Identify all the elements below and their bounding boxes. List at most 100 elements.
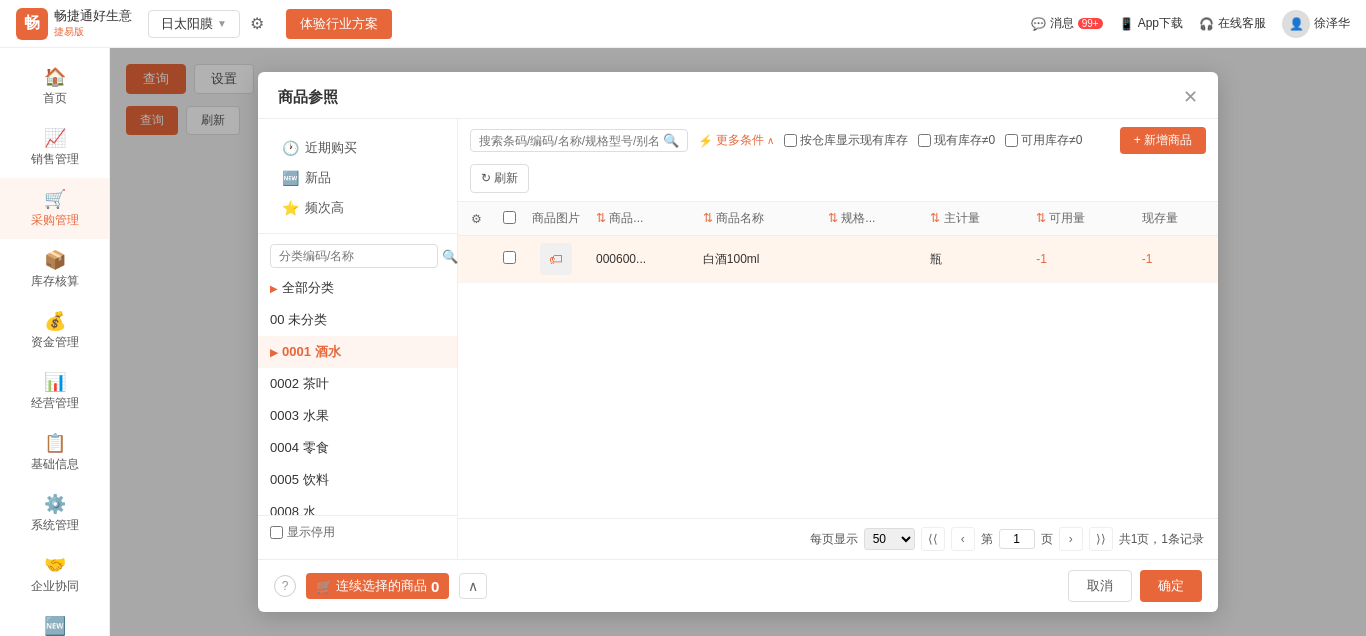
search-icon[interactable]: 🔍 — [442, 249, 458, 264]
modal-right-panel: 🔍 ⚡ 更多条件 ∧ 按仓库显示现有库存 — [458, 119, 1218, 559]
modal-toolbar: 🔍 ⚡ 更多条件 ∧ 按仓库显示现有库存 — [458, 119, 1218, 202]
nav-selector[interactable]: 日太阳膜 ▼ — [148, 10, 240, 38]
pagination: 每页显示 50 10 20 100 ⟨⟨ ‹ 第 页 — [458, 518, 1218, 559]
row-name: 白酒100ml — [695, 236, 820, 283]
message-nav-item[interactable]: 💬 消息 99+ — [1031, 15, 1103, 32]
sort-icon: ⇅ — [1036, 211, 1046, 225]
quick-recent[interactable]: 🕐 近期购买 — [270, 133, 445, 163]
table-row[interactable]: 🏷 000600... 白酒100ml 瓶 -1 — [458, 236, 1218, 283]
row-stock: -1 — [1134, 236, 1218, 283]
stock-checkbox[interactable] — [918, 134, 931, 147]
business-icon: 📊 — [44, 371, 66, 393]
quick-links: 🕐 近期购买 🆕 新品 ⭐ 频次高 — [258, 129, 457, 227]
product-search-input[interactable] — [479, 134, 659, 148]
clock-icon: 🕐 — [282, 140, 299, 156]
col-unit-header[interactable]: ⇅ 主计量 — [922, 202, 1028, 236]
sidebar-item-finance[interactable]: 💰 资金管理 — [0, 300, 109, 361]
cat-0008[interactable]: 0008 水 — [258, 496, 457, 515]
page-size-select[interactable]: 50 10 20 100 — [864, 528, 915, 550]
sidebar-item-home[interactable]: 🏠 首页 — [0, 56, 109, 117]
row-check[interactable] — [494, 236, 524, 283]
cat-00[interactable]: 00 未分类 — [258, 304, 457, 336]
category-list: ▶ 全部分类 00 未分类 ▶ 0001 酒水 0002 茶 — [258, 272, 457, 515]
sort-icon: ⇅ — [930, 211, 940, 225]
chevron-down-icon: ▼ — [217, 18, 227, 29]
modal-left-footer: 显示停用 — [258, 515, 457, 549]
online-service-item[interactable]: 🎧 在线客服 — [1199, 15, 1266, 32]
cart-icon: 🛒 — [316, 579, 332, 594]
sidebar-item-sales[interactable]: 📈 销售管理 — [0, 117, 109, 178]
cat-0002[interactable]: 0002 茶叶 — [258, 368, 457, 400]
show-disabled-label[interactable]: 显示停用 — [270, 524, 445, 541]
sidebar-item-system[interactable]: ⚙️ 系统管理 — [0, 483, 109, 544]
gear-icon[interactable]: ⚙ — [250, 14, 264, 33]
product-reference-modal: 商品参照 ✕ 🕐 近期购买 🆕 — [258, 72, 1218, 612]
modal-left-panel: 🕐 近期购买 🆕 新品 ⭐ 频次高 — [258, 119, 458, 559]
cancel-button[interactable]: 取消 — [1068, 570, 1132, 602]
nav-right: 💬 消息 99+ 📱 App下载 🎧 在线客服 👤 徐泽华 — [1031, 10, 1350, 38]
col-code-header[interactable]: ⇅ 商品... — [588, 202, 695, 236]
stock-check-label[interactable]: 现有库存≠0 — [918, 132, 995, 149]
first-page-btn[interactable]: ⟨⟨ — [921, 527, 945, 551]
add-product-button[interactable]: + 新增商品 — [1120, 127, 1206, 154]
quick-new[interactable]: 🆕 新品 — [270, 163, 445, 193]
sidebar-item-business[interactable]: 📊 经营管理 — [0, 361, 109, 422]
col-name-header[interactable]: ⇅ 商品名称 — [695, 202, 820, 236]
close-icon[interactable]: ✕ — [1183, 86, 1198, 108]
col-gear[interactable]: ⚙ — [458, 202, 494, 236]
sales-icon: 📈 — [44, 127, 66, 149]
refresh-button[interactable]: ↻ 刷新 — [470, 164, 529, 193]
col-spec-header[interactable]: ⇅ 规格... — [820, 202, 922, 236]
avatar: 👤 — [1282, 10, 1310, 38]
purchase-icon: 🛒 — [44, 188, 66, 210]
cat-0001[interactable]: ▶ 0001 酒水 — [258, 336, 457, 368]
sidebar: 🏠 首页 📈 销售管理 🛒 采购管理 📦 库存核算 💰 资金管理 📊 经营管理 … — [0, 48, 110, 636]
prev-page-btn[interactable]: ‹ — [951, 527, 975, 551]
cat-0004[interactable]: 0004 零食 — [258, 432, 457, 464]
quick-frequent[interactable]: ⭐ 频次高 — [270, 193, 445, 223]
collapse-cart-button[interactable]: ∧ — [459, 573, 487, 599]
usable-checkbox[interactable] — [1005, 134, 1018, 147]
product-thumbnail: 🏷 — [540, 243, 572, 275]
row-checkbox[interactable] — [503, 251, 516, 264]
usable-check-label[interactable]: 可用库存≠0 — [1005, 132, 1082, 149]
cat-0005[interactable]: 0005 饮料 — [258, 464, 457, 496]
sidebar-item-enterprise[interactable]: 🤝 企业协同 — [0, 544, 109, 605]
sidebar-item-inventory[interactable]: 📦 库存核算 — [0, 239, 109, 300]
filter-icon: ⚡ — [698, 134, 713, 148]
sidebar-item-guide[interactable]: 🆕 新手引导 — [0, 605, 109, 636]
user-info[interactable]: 👤 徐泽华 — [1282, 10, 1350, 38]
filter-more-button[interactable]: ⚡ 更多条件 ∧ — [698, 132, 774, 149]
col-usable-header[interactable]: ⇅ 可用量 — [1028, 202, 1134, 236]
select-all-checkbox[interactable] — [503, 211, 516, 224]
cat-0003[interactable]: 0003 水果 — [258, 400, 457, 432]
last-page-btn[interactable]: ⟩⟩ — [1089, 527, 1113, 551]
next-page-btn[interactable]: › — [1059, 527, 1083, 551]
page-unit: 页 — [1041, 531, 1053, 548]
star-icon: ⭐ — [282, 200, 299, 216]
warehouse-checkbox[interactable] — [784, 134, 797, 147]
product-table-area: ⚙ 商品图片 ⇅ 商品... — [458, 202, 1218, 518]
page-input[interactable] — [999, 529, 1035, 549]
enterprise-icon: 🤝 — [44, 554, 66, 576]
confirm-button[interactable]: 确定 — [1140, 570, 1202, 602]
modal-footer: ? 🛒 连续选择的商品 0 ∧ 取消 确定 — [258, 559, 1218, 612]
cart-button[interactable]: 🛒 连续选择的商品 0 — [306, 573, 449, 599]
help-icon[interactable]: ? — [274, 575, 296, 597]
product-search-wrap: 🔍 — [470, 129, 688, 152]
cart-count: 0 — [431, 578, 439, 595]
category-search-input[interactable] — [270, 244, 438, 268]
experience-button[interactable]: 体验行业方案 — [286, 9, 392, 39]
app-download-item[interactable]: 📱 App下载 — [1119, 15, 1183, 32]
message-icon: 💬 — [1031, 17, 1046, 31]
row-usable: -1 — [1028, 236, 1134, 283]
warehouse-check-label[interactable]: 按仓库显示现有库存 — [784, 132, 908, 149]
search-icon[interactable]: 🔍 — [663, 133, 679, 148]
sidebar-item-purchase[interactable]: 🛒 采购管理 — [0, 178, 109, 239]
content-area: 查询 设置 查询 刷新 商品参照 ✕ — [110, 48, 1366, 636]
modal-title: 商品参照 — [278, 88, 338, 107]
show-disabled-checkbox[interactable] — [270, 526, 283, 539]
cat-all[interactable]: ▶ 全部分类 — [258, 272, 457, 304]
divider — [258, 233, 457, 234]
sidebar-item-basic[interactable]: 📋 基础信息 — [0, 422, 109, 483]
